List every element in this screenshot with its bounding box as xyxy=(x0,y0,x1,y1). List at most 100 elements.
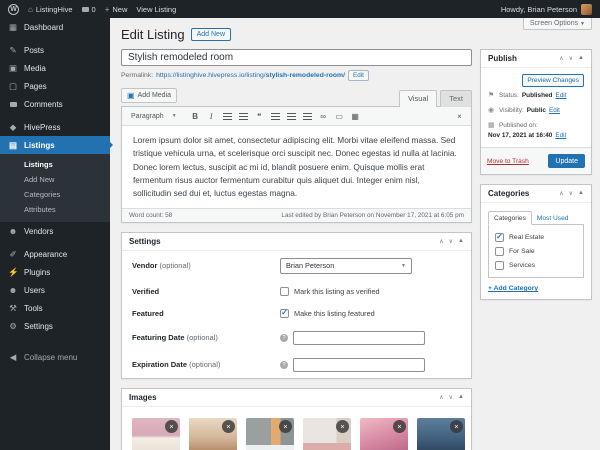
vendor-select[interactable]: Brian Peterson▼ xyxy=(280,258,412,274)
submenu-item-categories[interactable]: Categories xyxy=(0,187,110,202)
move-down-icon[interactable]: ∨ xyxy=(569,190,573,197)
thumbnail-dining-room-warm-wood[interactable]: × xyxy=(189,418,237,450)
featured-checkbox[interactable] xyxy=(280,309,289,318)
blockquote-button[interactable]: ❝ xyxy=(253,110,266,122)
wordpress-menu-button[interactable]: W xyxy=(8,4,19,15)
sidebar-item-appearance[interactable]: ✐Appearance xyxy=(0,245,110,263)
sidebar-item-settings[interactable]: ⚙Settings xyxy=(0,317,110,335)
add-media-button[interactable]: ▣Add Media xyxy=(121,88,177,103)
tab-text[interactable]: Text xyxy=(440,90,472,107)
toggle-panel-icon[interactable]: ▲ xyxy=(578,55,584,62)
edit-published-link[interactable]: Edit xyxy=(555,132,566,139)
thumbnail-bedroom-pink-bedding-wardrobe[interactable]: × xyxy=(303,418,351,450)
status-label: Status: xyxy=(499,92,519,99)
site-name-link[interactable]: ⌂ListingHive xyxy=(28,5,73,14)
thumbnail-street-at-dusk-blue[interactable]: × xyxy=(417,418,465,450)
tab-all-categories[interactable]: Categories xyxy=(488,211,532,225)
remove-image-icon[interactable]: × xyxy=(279,420,292,433)
sidebar-item-pages[interactable]: ▢Pages xyxy=(0,77,110,95)
edit-status-link[interactable]: Edit xyxy=(555,92,566,99)
italic-button[interactable]: I xyxy=(205,110,218,122)
move-up-icon[interactable]: ∧ xyxy=(559,55,563,62)
screen-options-tab[interactable]: Screen Options ▼ xyxy=(523,18,592,30)
move-up-icon[interactable]: ∧ xyxy=(439,238,443,245)
collapse-menu-button[interactable]: ◀Collapse menu xyxy=(0,348,110,366)
publish-metabox-header[interactable]: Publish ∧∨▲ xyxy=(481,50,591,68)
bold-button[interactable]: B xyxy=(189,110,202,122)
toggle-panel-icon[interactable]: ▲ xyxy=(458,238,464,245)
help-icon[interactable]: ? xyxy=(280,361,288,369)
category-checkbox[interactable] xyxy=(495,247,504,256)
remove-image-icon[interactable]: × xyxy=(336,420,349,433)
paragraph-format-dropdown[interactable]: Paragraph▼ xyxy=(127,112,181,121)
insert-more-tag-button[interactable]: ▭ xyxy=(333,110,346,122)
editor-content-area[interactable]: Lorem ipsum dolor sit amet, consectetur … xyxy=(122,126,471,208)
move-to-trash-link[interactable]: Move to Trash xyxy=(487,158,529,165)
preview-changes-button[interactable]: Preview Changes xyxy=(522,74,584,87)
permalink-link[interactable]: https://listinghive.hivepress.io/listing… xyxy=(156,72,345,79)
help-icon[interactable]: ? xyxy=(280,334,288,342)
submenu-item-listings[interactable]: Listings xyxy=(0,157,110,172)
sidebar-item-label: Dashboard xyxy=(24,23,63,32)
sidebar-item-comments[interactable]: Comments xyxy=(0,95,110,113)
sidebar-item-dashboard[interactable]: ▦Dashboard xyxy=(0,18,110,36)
submenu-item-attributes[interactable]: Attributes xyxy=(0,202,110,217)
thumbnail-bedroom-white-bed-pink-wall[interactable]: × xyxy=(132,418,180,450)
settings-metabox-header[interactable]: Settings ∧∨▲ xyxy=(122,233,471,251)
account-menu[interactable]: Howdy, Brian Peterson xyxy=(501,4,592,15)
tab-most-used[interactable]: Most Used xyxy=(532,212,574,224)
align-center-button[interactable] xyxy=(285,110,298,122)
featuring-date-input[interactable] xyxy=(293,331,425,345)
sidebar-item-label: HivePress xyxy=(24,123,60,132)
sidebar-item-vendors[interactable]: ☻Vendors xyxy=(0,222,110,240)
remove-image-icon[interactable]: × xyxy=(450,420,463,433)
edit-permalink-button[interactable]: Edit xyxy=(348,70,369,81)
bulleted-list-button[interactable] xyxy=(221,110,234,122)
thumbnail-bedroom-gray-wall-orange-curtain[interactable]: × xyxy=(246,418,294,450)
submenu-item-add-new[interactable]: Add New xyxy=(0,172,110,187)
move-down-icon[interactable]: ∨ xyxy=(449,394,453,401)
toggle-panel-icon[interactable]: ▲ xyxy=(578,190,584,197)
distraction-free-button[interactable]: × xyxy=(453,110,466,122)
sidebar-item-posts[interactable]: ✎Posts xyxy=(0,41,110,59)
listing-title-input[interactable] xyxy=(121,49,472,66)
toolbar-toggle-button[interactable]: ▦ xyxy=(349,110,362,122)
thumbnail-pink-terrace-patio[interactable]: × xyxy=(360,418,408,450)
sidebar-item-hivepress[interactable]: ◆HivePress xyxy=(0,118,110,136)
move-down-icon[interactable]: ∨ xyxy=(449,238,453,245)
remove-image-icon[interactable]: × xyxy=(165,420,178,433)
add-new-button[interactable]: Add New xyxy=(191,28,231,41)
sidebar-item-tools[interactable]: ⚒Tools xyxy=(0,299,110,317)
images-metabox-header[interactable]: Images ∧∨▲ xyxy=(122,389,471,407)
move-down-icon[interactable]: ∨ xyxy=(569,55,573,62)
edit-visibility-link[interactable]: Edit xyxy=(549,107,560,114)
comments-adminbar-link[interactable]: 0 xyxy=(82,5,96,14)
sidebar-item-listings[interactable]: ▤Listings xyxy=(0,136,110,154)
category-checkbox[interactable] xyxy=(495,233,504,242)
published-value: Nov 17, 2021 at 16:40 xyxy=(488,132,552,139)
align-right-button[interactable] xyxy=(301,110,314,122)
expiration-date-input[interactable] xyxy=(293,358,425,372)
insert-link-button[interactable]: ∞ xyxy=(317,110,330,122)
update-button[interactable]: Update xyxy=(548,154,585,168)
numbered-list-button[interactable] xyxy=(237,110,250,122)
remove-image-icon[interactable]: × xyxy=(393,420,406,433)
sidebar-item-plugins[interactable]: ⚡Plugins xyxy=(0,263,110,281)
remove-image-icon[interactable]: × xyxy=(222,420,235,433)
category-item-services: Services xyxy=(495,258,577,272)
categories-metabox-header[interactable]: Categories ∧∨▲ xyxy=(481,185,591,203)
view-listing-link[interactable]: View Listing xyxy=(136,5,176,14)
tab-visual[interactable]: Visual xyxy=(399,90,437,107)
new-content-menu[interactable]: +New xyxy=(105,5,128,14)
sidebar-item-users[interactable]: ☻Users xyxy=(0,281,110,299)
verified-checkbox[interactable] xyxy=(280,287,289,296)
add-category-link[interactable]: + Add Category xyxy=(488,285,538,292)
move-up-icon[interactable]: ∧ xyxy=(559,190,563,197)
permalink-slug: stylish-remodeled-room/ xyxy=(266,72,345,79)
sidebar-item-media[interactable]: ▣Media xyxy=(0,59,110,77)
category-checkbox[interactable] xyxy=(495,261,504,270)
toggle-panel-icon[interactable]: ▲ xyxy=(458,394,464,401)
align-left-button[interactable] xyxy=(269,110,282,122)
status-pin-icon: ⚑ xyxy=(488,91,496,99)
move-up-icon[interactable]: ∧ xyxy=(439,394,443,401)
